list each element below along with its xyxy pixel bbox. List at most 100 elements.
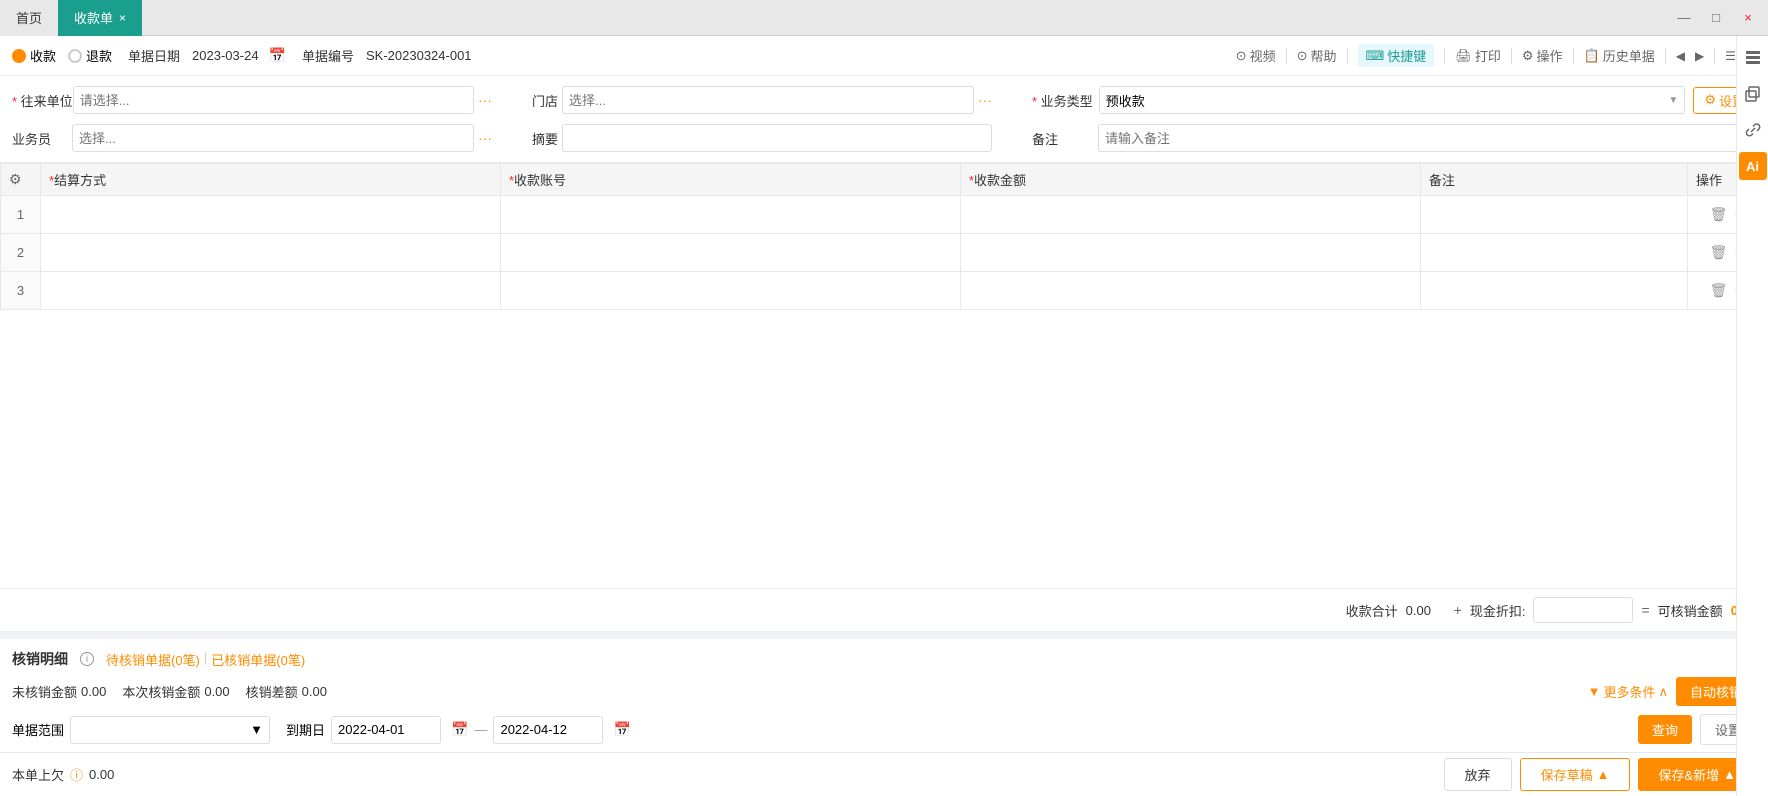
business-type-label: 业务类型	[1032, 91, 1093, 110]
counterpart-more-icon[interactable]: ···	[478, 92, 492, 108]
row2-settlement[interactable]	[41, 234, 501, 272]
row3-amount[interactable]	[960, 272, 1420, 310]
sidebar-copy-icon[interactable]	[1739, 80, 1767, 108]
row-num-3: 3	[1, 272, 41, 310]
sidebar-ai-icon[interactable]: Ai	[1739, 152, 1767, 180]
close-button[interactable]: ×	[1736, 6, 1760, 30]
table-gear-icon[interactable]: ⚙	[9, 171, 22, 187]
row1-delete-icon[interactable]: 🗑	[1708, 204, 1730, 225]
range-select[interactable]: ▼	[70, 716, 270, 744]
list-view[interactable]: ☰	[1725, 49, 1736, 63]
table-area: ⚙ *结算方式 *收款账号 *收款金额 备注 操作	[0, 163, 1768, 588]
hexiao-stats: 未核销金额 0.00 本次核销金额 0.00 核销差额 0.00 ▼ 更多条件 …	[12, 677, 1756, 706]
settlement-col-header: *结算方式	[41, 164, 501, 196]
tab-close-icon[interactable]: ×	[119, 11, 126, 25]
row1-amount[interactable]	[960, 196, 1420, 234]
sidebar-table-icon[interactable]	[1739, 44, 1767, 72]
counterpart-input[interactable]	[73, 86, 474, 114]
unchecked-stat: 未核销金额 0.00	[12, 682, 106, 701]
gear-col-header: ⚙	[1, 164, 41, 196]
store-input[interactable]	[562, 86, 974, 114]
print-action[interactable]: 🖨 打印	[1455, 46, 1501, 65]
bottom-info: 本单上欠 ⓘ 0.00	[12, 765, 114, 784]
date-end-input[interactable]	[493, 716, 603, 744]
refund-radio[interactable]: 退款	[68, 46, 112, 65]
due-date-label: 到期日	[286, 720, 325, 739]
hexiao-title: 核销明细	[12, 649, 68, 669]
shortcut-label: 快捷键	[1387, 46, 1426, 65]
receipt-radio-dot	[12, 49, 26, 63]
help-label: 帮助	[1311, 46, 1337, 65]
row1-account[interactable]	[500, 196, 960, 234]
store-more-icon[interactable]: ···	[978, 92, 992, 108]
row3-remark[interactable]	[1420, 272, 1687, 310]
divider7	[1714, 48, 1715, 64]
calendar-end-icon[interactable]: 📅	[613, 721, 630, 738]
refund-label: 退款	[86, 46, 112, 65]
business-type-value: 预收款	[1106, 91, 1145, 110]
filter-row: 单据范围 ▼ 到期日 📅 — 📅 查询 设置	[12, 714, 1756, 745]
calendar-start-icon[interactable]: 📅	[451, 721, 468, 738]
query-button[interactable]: 查询	[1638, 715, 1692, 744]
form-area: 往来单位 ··· 门店 ··· 业务类型 预收款 ▼ ⚙	[0, 76, 1768, 163]
due-date-field: 到期日 📅 — 📅	[286, 716, 631, 744]
sidebar-link-icon[interactable]	[1739, 116, 1767, 144]
salesman-field: 业务员 ···	[12, 124, 492, 152]
row2-amount[interactable]	[960, 234, 1420, 272]
calendar-icon[interactable]: 📅	[269, 47, 286, 64]
next-action[interactable]: ▶	[1695, 49, 1704, 63]
remark-field: 备注	[1032, 124, 1756, 152]
hexiao-info-icon[interactable]: i	[80, 652, 94, 666]
section-divider	[0, 631, 1768, 639]
help-action[interactable]: ⊙ 帮助	[1297, 46, 1337, 65]
row2-remark[interactable]	[1420, 234, 1687, 272]
operation-action[interactable]: ⚙ 操作	[1522, 46, 1563, 65]
form-row-1: 往来单位 ··· 门店 ··· 业务类型 预收款 ▼ ⚙	[12, 86, 1756, 114]
salesman-input[interactable]	[72, 124, 474, 152]
bottom-actions: 放弃 保存草稿 ▲ 保存&新增 ▲	[1444, 758, 1756, 791]
current-stat: 本次核销金额 0.00	[122, 682, 229, 701]
salesman-label: 业务员	[12, 129, 72, 148]
row3-account[interactable]	[500, 272, 960, 310]
abandon-button[interactable]: 放弃	[1444, 758, 1512, 791]
bottom-bar: 本单上欠 ⓘ 0.00 放弃 保存草稿 ▲ 保存&新增 ▲	[0, 752, 1768, 796]
date-start-input[interactable]	[331, 716, 441, 744]
salesman-more-icon[interactable]: ···	[478, 130, 492, 146]
row3-delete-icon[interactable]: 🗑	[1708, 280, 1730, 301]
row1-settlement[interactable]	[41, 196, 501, 234]
pending-tab[interactable]: 待核销单据(0笔)	[106, 650, 200, 669]
tab-current[interactable]: 收款单 ×	[58, 0, 142, 36]
row1-remark[interactable]	[1420, 196, 1687, 234]
business-type-select[interactable]: 预收款 ▼	[1099, 86, 1686, 114]
store-field: 门店 ···	[532, 86, 992, 114]
help-icon: ⊙	[1297, 48, 1308, 64]
shortcut-action[interactable]: ⌨ 快捷键	[1358, 44, 1435, 67]
receipt-radio[interactable]: 收款	[12, 46, 56, 65]
divider5	[1573, 48, 1574, 64]
tab-home[interactable]: 首页	[0, 0, 58, 36]
info-icon[interactable]: ⓘ	[70, 765, 83, 784]
save-draft-button[interactable]: 保存草稿 ▲	[1520, 758, 1631, 791]
discount-label: 现金折扣:	[1470, 601, 1526, 620]
remark-input[interactable]	[1098, 124, 1756, 152]
summary-input[interactable]	[562, 124, 992, 152]
row2-account[interactable]	[500, 234, 960, 272]
print-label: 打印	[1475, 46, 1501, 65]
row2-delete-icon[interactable]: 🗑	[1708, 242, 1730, 263]
done-tab[interactable]: 已核销单据(0笔)	[211, 650, 305, 669]
range-arrow: ▼	[250, 722, 263, 737]
more-conditions-btn[interactable]: ▼ 更多条件 ∧	[1588, 682, 1668, 701]
discount-input[interactable]	[1533, 597, 1633, 623]
video-action[interactable]: ⊙ 视频	[1236, 46, 1276, 65]
maximize-button[interactable]: □	[1704, 6, 1728, 30]
remark-col-header: 备注	[1420, 164, 1687, 196]
toolbar-right-actions: ⊙ 视频 ⊙ 帮助 ⌨ 快捷键 🖨 打印 ⚙ 操作	[1236, 44, 1756, 67]
number-field: 单据编号 SK-20230324-001	[302, 46, 472, 65]
ai-label: Ai	[1746, 159, 1759, 174]
prev-action[interactable]: ◀	[1676, 49, 1685, 63]
receipt-label: 收款	[30, 46, 56, 65]
minimize-button[interactable]: —	[1672, 6, 1696, 30]
info-label: 本单上欠	[12, 765, 64, 784]
row3-settlement[interactable]	[41, 272, 501, 310]
history-action[interactable]: 📋 历史单据	[1584, 46, 1655, 65]
